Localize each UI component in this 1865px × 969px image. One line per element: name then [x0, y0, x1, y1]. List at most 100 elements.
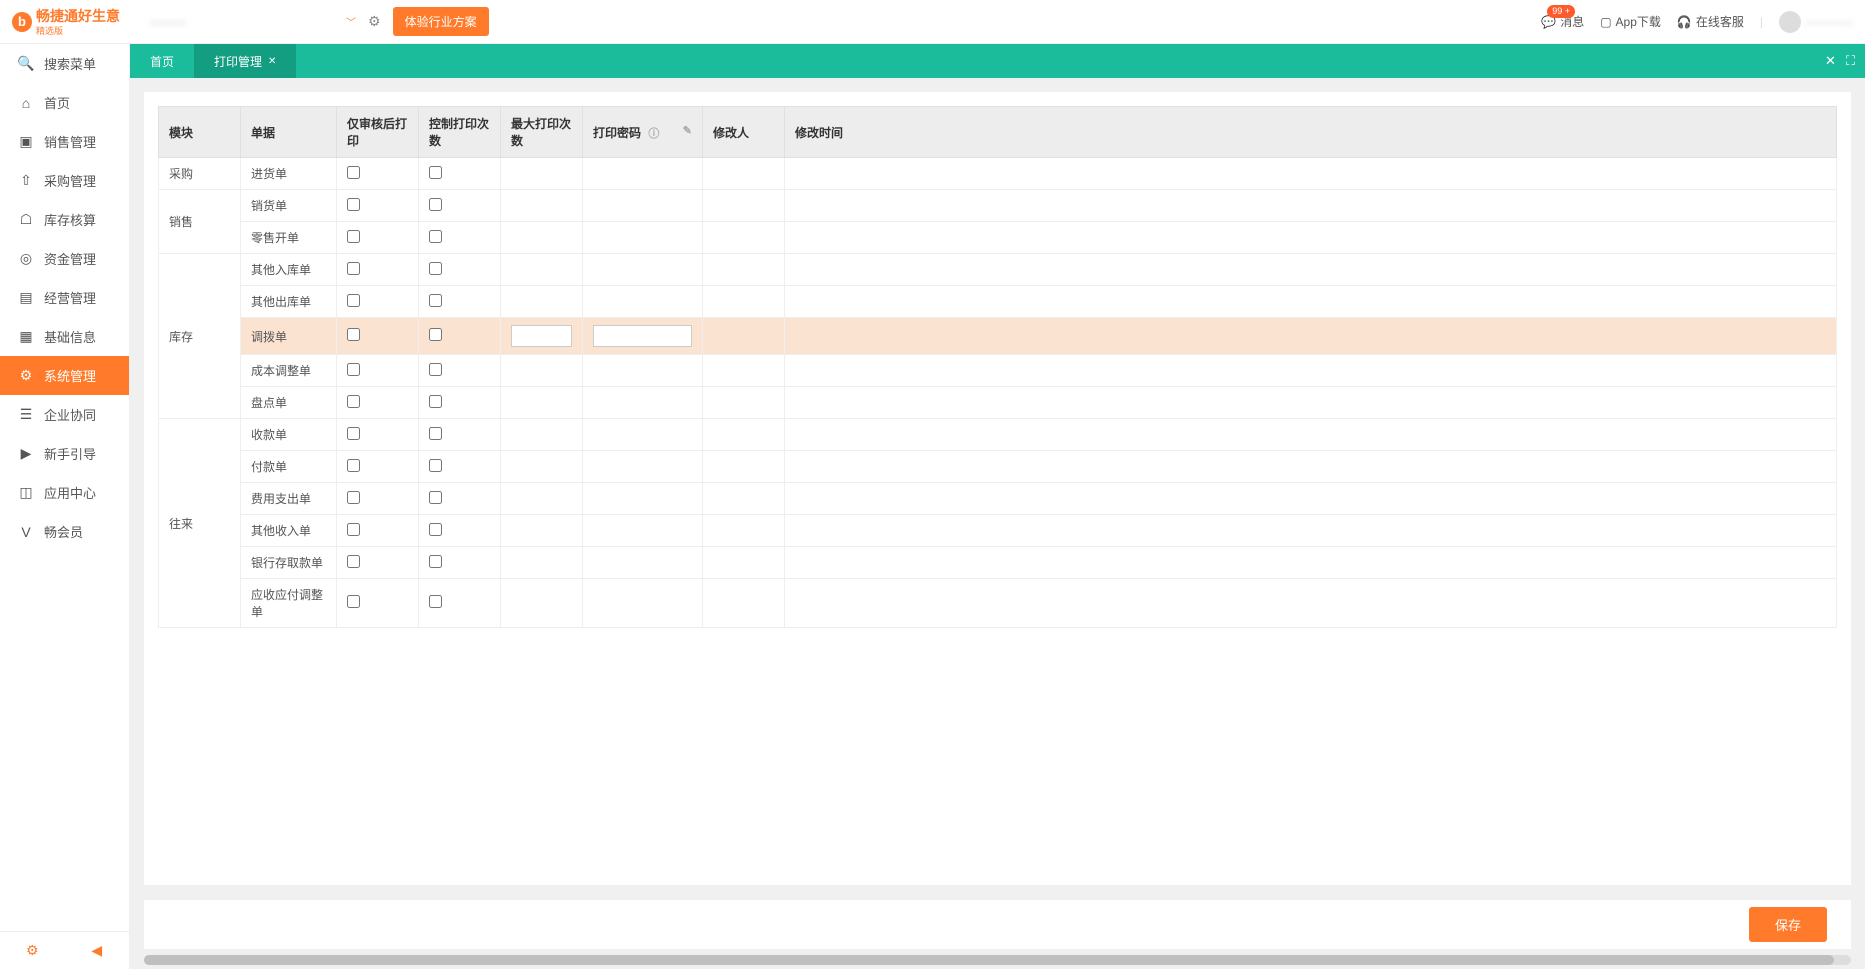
sidebar-item-8[interactable]: ⚙系统管理 [0, 356, 129, 395]
table-row: 其他收入单 [159, 515, 1837, 547]
tab-label: 打印管理 [214, 53, 262, 70]
checkbox[interactable] [347, 523, 360, 536]
checkbox[interactable] [429, 395, 442, 408]
sidebar-item-11[interactable]: ◫应用中心 [0, 473, 129, 512]
sidebar-item-4[interactable]: ☖库存核算 [0, 200, 129, 239]
doc-cell: 其他收入单 [241, 515, 337, 547]
limit-count-cell [419, 158, 501, 190]
checkbox[interactable] [429, 166, 442, 179]
modify-time-cell [785, 483, 1837, 515]
messages-link[interactable]: 💬 99 + 消息 [1541, 13, 1584, 30]
save-bar: 保存 [144, 899, 1851, 949]
checkbox[interactable] [347, 491, 360, 504]
sidebar-item-12[interactable]: V畅会员 [0, 512, 129, 551]
doc-cell: 成本调整单 [241, 355, 337, 387]
table-row: 调拨单 [159, 318, 1837, 355]
app-download-link[interactable]: ▢ App下载 [1600, 13, 1661, 30]
save-button[interactable]: 保存 [1749, 907, 1827, 942]
checkbox[interactable] [347, 395, 360, 408]
sidebar-item-3[interactable]: ⇧采购管理 [0, 161, 129, 200]
checkbox[interactable] [347, 363, 360, 376]
checkbox[interactable] [347, 595, 360, 608]
col-limit-count: 控制打印次数 [419, 107, 501, 158]
online-service-link[interactable]: 🎧 在线客服 [1677, 13, 1744, 30]
password-cell [583, 254, 703, 286]
modifier-cell [703, 286, 785, 318]
tab-1[interactable]: 打印管理 ✕ [194, 44, 296, 78]
tab-label: 首页 [150, 53, 174, 70]
table-row: 付款单 [159, 451, 1837, 483]
tab-0[interactable]: 首页 [130, 44, 194, 78]
col-doc: 单据 [241, 107, 337, 158]
logo-subtext: 精选版 [36, 24, 120, 37]
max-count-cell [501, 222, 583, 254]
edit-icon[interactable]: ✎ [683, 124, 692, 137]
audit-only-cell [337, 515, 419, 547]
sidebar-item-5[interactable]: ◎资金管理 [0, 239, 129, 278]
checkbox[interactable] [347, 294, 360, 307]
checkbox[interactable] [347, 166, 360, 179]
sidebar-icon: ▣ [18, 134, 34, 150]
scrollbar-thumb[interactable] [144, 955, 1834, 965]
max-count-input[interactable] [511, 325, 572, 347]
tab-close-icon[interactable]: ✕ [268, 56, 276, 67]
checkbox[interactable] [429, 427, 442, 440]
sidebar-item-9[interactable]: ☰企业协同 [0, 395, 129, 434]
checkbox[interactable] [429, 491, 442, 504]
checkbox[interactable] [429, 294, 442, 307]
modify-time-cell [785, 286, 1837, 318]
sidebar-icon: V [18, 524, 34, 540]
sidebar-item-1[interactable]: ⌂首页 [0, 83, 129, 122]
modifier-cell [703, 451, 785, 483]
doc-cell: 销货单 [241, 190, 337, 222]
checkbox[interactable] [429, 262, 442, 275]
checkbox[interactable] [347, 198, 360, 211]
industry-plan-button[interactable]: 体验行业方案 [393, 7, 489, 36]
checkbox[interactable] [429, 595, 442, 608]
password-cell [583, 190, 703, 222]
sidebar-item-7[interactable]: ▦ 基础信息 [0, 317, 129, 356]
sidebar-item-10[interactable]: ▶新手引导 [0, 434, 129, 473]
sidebar-item-0[interactable]: 🔍搜索菜单 [0, 44, 129, 83]
sidebar-icon: ▦ [18, 329, 34, 345]
help-icon[interactable]: ⓘ [648, 128, 659, 140]
password-cell [583, 318, 703, 355]
sidebar-item-6[interactable]: ▤经营管理 [0, 278, 129, 317]
sidebar-item-label: 基础信息 [44, 327, 96, 346]
sidebar-item-2[interactable]: ▣销售管理 [0, 122, 129, 161]
checkbox[interactable] [347, 427, 360, 440]
checkbox[interactable] [429, 198, 442, 211]
modifier-cell [703, 579, 785, 628]
fullscreen-icon[interactable]: ⛶ [1846, 53, 1855, 69]
checkbox[interactable] [429, 523, 442, 536]
checkbox[interactable] [429, 363, 442, 376]
col-modify-time: 修改时间 [785, 107, 1837, 158]
sidebar-settings-icon[interactable]: ⚙ [0, 932, 65, 969]
chevron-down-icon[interactable]: ﹀ [346, 14, 356, 29]
sidebar-collapse-icon[interactable]: ◀ [65, 932, 130, 969]
horizontal-scrollbar[interactable] [144, 955, 1851, 965]
checkbox[interactable] [429, 230, 442, 243]
module-cell: 销售 [159, 190, 241, 254]
limit-count-cell [419, 222, 501, 254]
checkbox[interactable] [429, 459, 442, 472]
checkbox[interactable] [429, 328, 442, 341]
sidebar-item-label: 采购管理 [44, 171, 96, 190]
checkbox[interactable] [347, 555, 360, 568]
sidebar-icon: ☖ [18, 212, 34, 228]
checkbox[interactable] [347, 459, 360, 472]
checkbox[interactable] [429, 555, 442, 568]
checkbox[interactable] [347, 262, 360, 275]
tab-close-all-icon[interactable]: ✕ [1825, 53, 1836, 69]
tenant-dropdown[interactable]: ——— [142, 8, 342, 36]
sidebar-icon: ☰ [18, 407, 34, 423]
gear-icon[interactable]: ⚙ [368, 13, 381, 30]
checkbox[interactable] [347, 230, 360, 243]
password-cell [583, 547, 703, 579]
checkbox[interactable] [347, 328, 360, 341]
doc-cell: 其他入库单 [241, 254, 337, 286]
audit-only-cell [337, 286, 419, 318]
password-input[interactable] [593, 325, 692, 347]
modify-time-cell [785, 547, 1837, 579]
user-menu[interactable]: ———— [1779, 11, 1853, 33]
